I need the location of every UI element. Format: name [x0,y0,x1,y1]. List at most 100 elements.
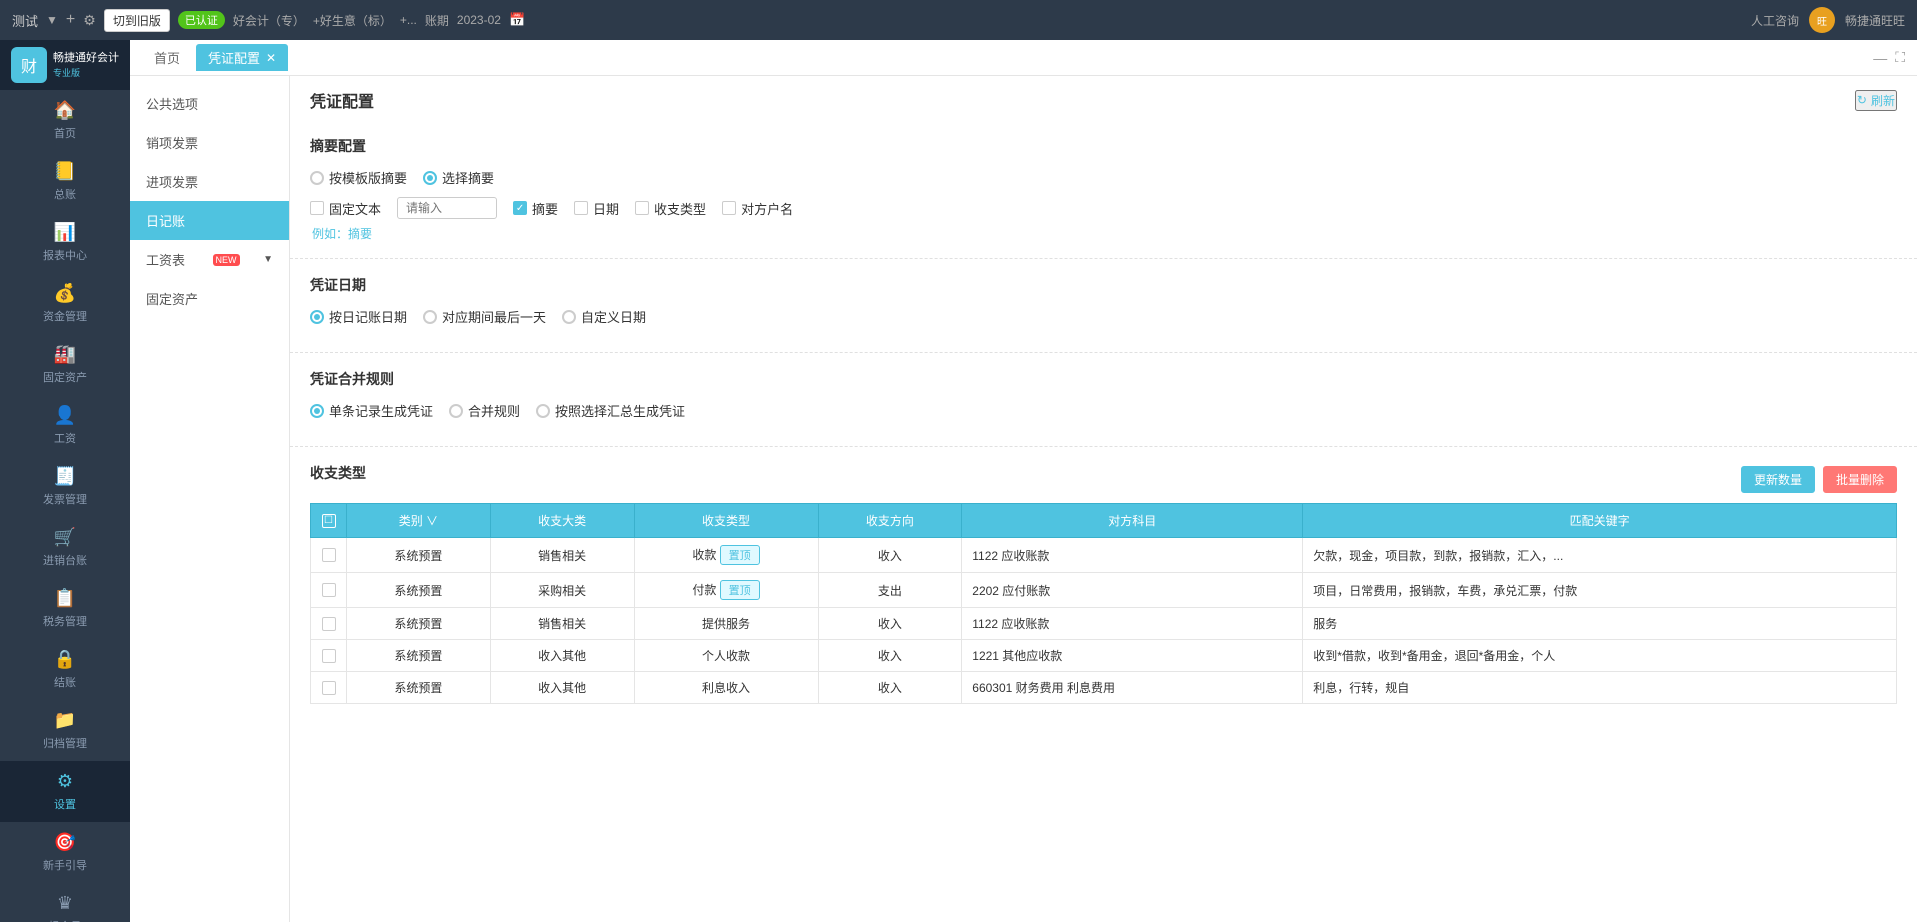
tab-voucher-config[interactable]: 凭证配置 ✕ [196,44,288,71]
radio-template-summary[interactable]: 按模板版摘要 [310,168,407,187]
period-value: 2023-02 [457,13,501,27]
row-category-2: 系统预置 [347,608,491,640]
fixed-text-input[interactable] [397,197,497,219]
tag-btn-1[interactable]: 置顶 [720,580,760,600]
row-major-0: 销售相关 [490,538,634,573]
sidebar-item-label-home: 首页 [54,125,76,141]
tag-more: +... [400,13,417,27]
tab-minimize-button[interactable]: — [1873,49,1887,66]
row-checkbox-box-0[interactable] [322,548,336,562]
row-checkbox-box-4[interactable] [322,681,336,695]
checkbox-income-type[interactable]: 收支类型 [635,199,706,218]
switch-version-button[interactable]: 切到旧版 [104,9,170,32]
sidebar-item-assets[interactable]: 🏭 固定资产 [0,334,130,395]
sidebar-item-home[interactable]: 🏠 首页 [0,90,130,151]
row-checkbox-1[interactable] [311,573,347,608]
radio-circle-custom-date [562,310,576,324]
sidebar-item-purchase[interactable]: 🛒 进销台账 [0,517,130,578]
radio-by-journal-date[interactable]: 按日记账日期 [310,307,407,326]
row-checkbox-3[interactable] [311,640,347,672]
assets-icon: 🏭 [54,344,76,365]
new-badge-payroll: NEW [213,254,240,266]
merge-title: 凭证合并规则 [310,369,1897,389]
table-row: 系统预置 收入其他 利息收入 收入 660301 财务费用 利息费用 利息，行转… [311,672,1897,704]
sidebar-item-reports[interactable]: 📊 报表中心 [0,212,130,273]
sidebar-item-settings[interactable]: ⚙ 设置 [0,761,130,822]
th-checkbox[interactable]: ☐ [311,504,347,538]
table-row: 系统预置 收入其他 个人收款 收入 1221 其他应收款 收到*借款，收到*备用… [311,640,1897,672]
radio-merge-rule[interactable]: 合并规则 [449,401,520,420]
row-major-1: 采购相关 [490,573,634,608]
checkbox-counterparty[interactable]: 对方户名 [722,199,793,218]
user-name[interactable]: 畅捷通旺旺 [1845,12,1905,29]
purchase-icon: 🛒 [54,527,76,548]
checkbox-label-summary: 摘要 [532,199,558,218]
row-checkbox-4[interactable] [311,672,347,704]
sidebar-item-funds[interactable]: 💰 资金管理 [0,273,130,334]
left-nav-item-fixed-assets[interactable]: 固定资产 [130,279,289,318]
left-nav-item-sales-invoice[interactable]: 销项发票 [130,123,289,162]
sidebar-item-archive[interactable]: 📁 归档管理 [0,700,130,761]
settings-icon[interactable]: ⚙ [83,12,96,29]
sidebar-item-invoice[interactable]: 🧾 发票管理 [0,456,130,517]
sidebar-item-member[interactable]: ♛ 畅会员 [0,883,130,922]
update-quantity-button[interactable]: 更新数量 [1741,466,1815,493]
row-checkbox-box-1[interactable] [322,583,336,597]
table-header-row: 收支类型 更新数量 批量删除 [310,463,1897,495]
refresh-label: 刷新 [1871,92,1895,109]
sidebar-logo: 财 畅捷通好会计 专业版 [0,40,130,90]
date-section: 凭证日期 按日记账日期 对应期间最后一天 [290,259,1917,353]
calendar-icon[interactable]: 📅 [509,12,525,28]
row-checkbox-2[interactable] [311,608,347,640]
row-direction-2: 收入 [818,608,962,640]
sidebar-item-label-purchase: 进销台账 [43,552,87,568]
sidebar-item-salary[interactable]: 👤 工资 [0,395,130,456]
select-all-checkbox[interactable]: ☐ [322,514,336,528]
batch-delete-button[interactable]: 批量删除 [1823,466,1897,493]
sidebar-item-label-settings: 设置 [54,796,76,812]
tab-maximize-button[interactable]: ⛶ [1895,49,1905,66]
tab-close-icon[interactable]: ✕ [266,51,276,65]
checkbox-box-counterparty [722,201,736,215]
dropdown-arrow-icon[interactable]: ▼ [46,13,58,27]
checkbox-summary[interactable]: ✓ 摘要 [513,199,558,218]
example-text: 例如：摘要 [310,225,1897,242]
left-nav: 公共选项 销项发票 进项发票 日记账 工资表 NEW ▼ 固定资产 [130,76,290,922]
radio-single-record[interactable]: 单条记录生成凭证 [310,401,433,420]
left-nav-item-public[interactable]: 公共选项 [130,84,289,123]
main-layout: 财 畅捷通好会计 专业版 🏠 首页 📒 总账 📊 报表中心 💰 资金管理 🏭 固… [0,40,1917,922]
merge-radio-group: 单条记录生成凭证 合并规则 按照选择汇总生成凭证 [310,401,1897,420]
checkbox-fixed-text[interactable]: 固定文本 [310,199,381,218]
tag-btn-0[interactable]: 置顶 [720,545,760,565]
sidebar-item-label-tax: 税务管理 [43,613,87,629]
tab-home[interactable]: 首页 [142,44,192,71]
date-title: 凭证日期 [310,275,1897,295]
avatar[interactable]: 旺 [1809,7,1835,33]
row-checkbox-box-3[interactable] [322,649,336,663]
table-row: 系统预置 销售相关 提供服务 收入 1122 应收账款 服务 [311,608,1897,640]
radio-select-summary[interactable]: 选择摘要 [423,168,494,187]
sidebar-item-tax[interactable]: 📋 税务管理 [0,578,130,639]
row-subject-0: 1122 应收账款 [962,538,1303,573]
left-nav-item-journal[interactable]: 日记账 [130,201,289,240]
checkbox-date[interactable]: 日期 [574,199,619,218]
help-text[interactable]: 人工咨询 [1751,12,1799,29]
sidebar-item-guide[interactable]: 🎯 新手引导 [0,822,130,883]
sidebar-item-ledger[interactable]: 📒 总账 [0,151,130,212]
tag-haoshengyi: +好生意（标） [313,12,392,29]
refresh-button[interactable]: ↻ 刷新 [1855,90,1897,111]
left-nav-item-purchase-invoice[interactable]: 进项发票 [130,162,289,201]
radio-last-day[interactable]: 对应期间最后一天 [423,307,546,326]
radio-label-merge: 合并规则 [468,401,520,420]
add-icon[interactable]: + [66,11,75,29]
radio-custom-date[interactable]: 自定义日期 [562,307,646,326]
checkbox-box-date [574,201,588,215]
left-nav-item-payroll[interactable]: 工资表 NEW ▼ [130,240,289,279]
row-direction-0: 收入 [818,538,962,573]
row-checkbox-0[interactable] [311,538,347,573]
sidebar-item-close[interactable]: 🔒 结账 [0,639,130,700]
row-checkbox-box-2[interactable] [322,617,336,631]
radio-aggregate[interactable]: 按照选择汇总生成凭证 [536,401,685,420]
row-category-1: 系统预置 [347,573,491,608]
salary-icon: 👤 [54,405,76,426]
